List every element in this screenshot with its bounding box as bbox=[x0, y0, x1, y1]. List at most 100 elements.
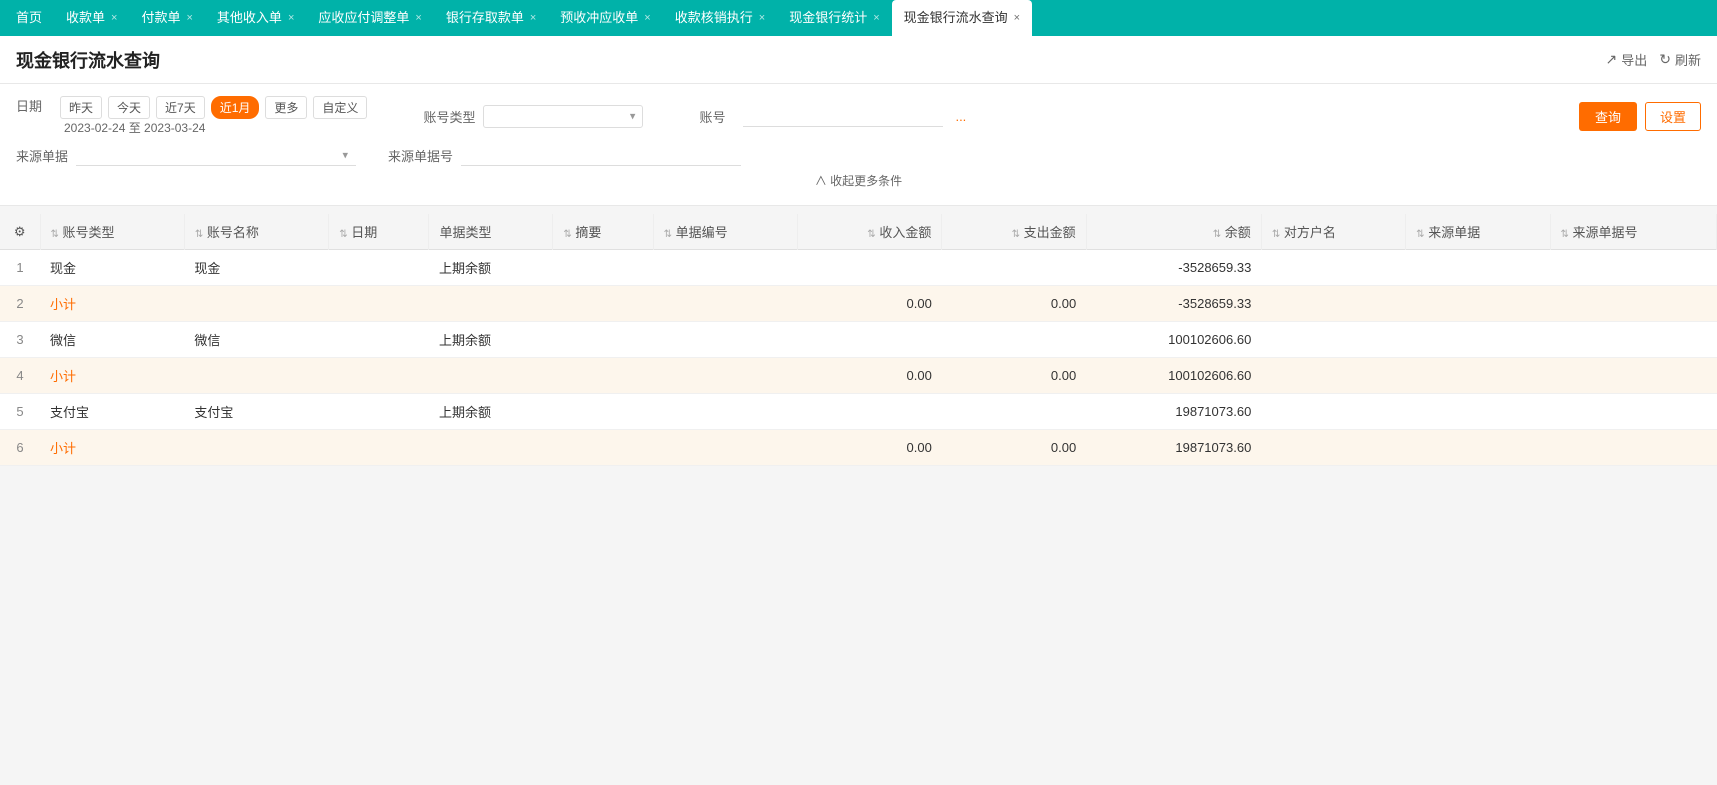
table-row[interactable]: 1现金现金上期余额-3528659.33 bbox=[0, 250, 1717, 286]
table-row[interactable]: 4小计0.000.00100102606.60 bbox=[0, 358, 1717, 394]
col-doc-type[interactable]: 单据类型 bbox=[429, 214, 553, 250]
cell-balance: 100102606.60 bbox=[1086, 358, 1261, 394]
cell-index: 6 bbox=[0, 430, 40, 466]
source-doc-no-input[interactable] bbox=[461, 144, 741, 166]
refresh-button[interactable]: ↻ 刷新 bbox=[1659, 50, 1701, 69]
source-doc-select[interactable] bbox=[76, 144, 356, 166]
top-nav: 首页 收款单 × 付款单 × 其他收入单 × 应收应付调整单 × 银行存取款单 … bbox=[0, 0, 1717, 36]
cell-account-name: 微信 bbox=[184, 322, 328, 358]
col-counter-party[interactable]: ⇅ 对方户名 bbox=[1261, 214, 1405, 250]
date-label: 日期 bbox=[16, 96, 52, 115]
col-summary[interactable]: ⇅ 摘要 bbox=[553, 214, 653, 250]
date-btn-today[interactable]: 今天 bbox=[108, 96, 150, 119]
col-date[interactable]: ⇅ 日期 bbox=[329, 214, 429, 250]
account-input[interactable] bbox=[743, 105, 943, 127]
nav-cash-bank-flow-close[interactable]: × bbox=[1014, 0, 1020, 36]
date-btn-1month[interactable]: 近1月 bbox=[211, 96, 260, 119]
nav-ar-ap-adjust[interactable]: 应收应付调整单 × bbox=[306, 0, 433, 36]
nav-cash-bank-flow-label: 现金银行流水查询 bbox=[904, 0, 1008, 36]
table-row[interactable]: 6小计0.000.0019871073.60 bbox=[0, 430, 1717, 466]
cell-account-type: 支付宝 bbox=[40, 394, 184, 430]
nav-ar-ap-adjust-close[interactable]: × bbox=[415, 0, 421, 36]
cell-index: 5 bbox=[0, 394, 40, 430]
cell-income: 0.00 bbox=[797, 358, 941, 394]
settings-button[interactable]: 设置 bbox=[1645, 102, 1701, 131]
table-row[interactable]: 5支付宝支付宝上期余额19871073.60 bbox=[0, 394, 1717, 430]
cell-summary bbox=[553, 250, 653, 286]
col-source-doc-no[interactable]: ⇅ 来源单据号 bbox=[1550, 214, 1716, 250]
nav-other-income-close[interactable]: × bbox=[288, 0, 294, 36]
nav-receipt-exec[interactable]: 收款核销执行 × bbox=[663, 0, 777, 36]
nav-payment-label: 付款单 bbox=[141, 0, 180, 36]
date-range-display: 2023-02-24 至 2023-03-24 bbox=[64, 119, 367, 136]
nav-bank-deposit[interactable]: 银行存取款单 × bbox=[434, 0, 548, 36]
source-doc-label: 来源单据 bbox=[16, 146, 68, 165]
col-settings[interactable]: ⚙ bbox=[0, 214, 40, 250]
col-expense-sort: ⇅ bbox=[1012, 229, 1020, 240]
table-row[interactable]: 2小计0.000.00-3528659.33 bbox=[0, 286, 1717, 322]
cell-doc-no bbox=[653, 322, 797, 358]
col-counter-party-label: 对方户名 bbox=[1284, 225, 1336, 240]
nav-bank-deposit-close[interactable]: × bbox=[530, 0, 536, 36]
account-more-btn[interactable]: ... bbox=[955, 109, 966, 124]
cell-doc-no bbox=[653, 394, 797, 430]
col-account-name[interactable]: ⇅ 账号名称 bbox=[184, 214, 328, 250]
col-doc-no-sort: ⇅ bbox=[664, 229, 672, 240]
cell-doc-no bbox=[653, 250, 797, 286]
cell-summary bbox=[553, 322, 653, 358]
account-type-label: 账号类型 bbox=[423, 107, 475, 126]
nav-prepay-offset-close[interactable]: × bbox=[644, 0, 650, 36]
cell-date bbox=[329, 286, 429, 322]
nav-receipt-close[interactable]: × bbox=[111, 0, 117, 36]
table-row[interactable]: 3微信微信上期余额100102606.60 bbox=[0, 322, 1717, 358]
cell-source-doc-no bbox=[1550, 322, 1716, 358]
nav-cash-bank-stat-close[interactable]: × bbox=[873, 0, 879, 36]
nav-receipt-exec-close[interactable]: × bbox=[759, 0, 765, 36]
nav-cash-bank-stat[interactable]: 现金银行统计 × bbox=[777, 0, 891, 36]
cell-account-name bbox=[184, 430, 328, 466]
col-expense[interactable]: ⇅ 支出金额 bbox=[942, 214, 1086, 250]
query-button[interactable]: 查询 bbox=[1579, 102, 1637, 131]
col-account-type[interactable]: ⇅ 账号类型 bbox=[40, 214, 184, 250]
collapse-bar[interactable]: ∧ 收起更多条件 bbox=[16, 166, 1701, 193]
gear-icon[interactable]: ⚙ bbox=[14, 224, 26, 239]
collapse-icon: ∧ bbox=[815, 174, 827, 188]
cell-income bbox=[797, 250, 941, 286]
col-summary-label: 摘要 bbox=[575, 225, 601, 240]
nav-payment-close[interactable]: × bbox=[186, 0, 192, 36]
nav-home[interactable]: 首页 bbox=[4, 0, 54, 36]
cell-source-doc bbox=[1406, 250, 1550, 286]
nav-bank-deposit-label: 银行存取款单 bbox=[446, 0, 524, 36]
nav-receipt[interactable]: 收款单 × bbox=[54, 0, 129, 36]
col-income-sort: ⇅ bbox=[867, 229, 875, 240]
col-doc-no[interactable]: ⇅ 单据编号 bbox=[653, 214, 797, 250]
account-type-select[interactable]: 现金 微信 支付宝 bbox=[483, 105, 643, 128]
col-income[interactable]: ⇅ 收入金额 bbox=[797, 214, 941, 250]
col-account-type-label: 账号类型 bbox=[63, 225, 115, 240]
cell-source-doc bbox=[1406, 358, 1550, 394]
nav-cash-bank-flow[interactable]: 现金银行流水查询 × bbox=[892, 0, 1032, 36]
cell-source-doc-no bbox=[1550, 358, 1716, 394]
table-header: ⚙ ⇅ 账号类型 ⇅ 账号名称 ⇅ 日期 单据类型 ⇅ bbox=[0, 214, 1717, 250]
col-source-doc[interactable]: ⇅ 来源单据 bbox=[1406, 214, 1550, 250]
date-btn-custom[interactable]: 自定义 bbox=[313, 96, 367, 119]
cell-account-type: 小计 bbox=[40, 358, 184, 394]
page-title: 现金银行流水查询 bbox=[16, 47, 160, 73]
cell-counter-party bbox=[1261, 430, 1405, 466]
nav-prepay-offset[interactable]: 预收冲应收单 × bbox=[548, 0, 662, 36]
col-balance[interactable]: ⇅ 余额 bbox=[1086, 214, 1261, 250]
col-balance-sort: ⇅ bbox=[1213, 229, 1221, 240]
date-btn-7days[interactable]: 近7天 bbox=[156, 96, 205, 119]
refresh-icon: ↻ bbox=[1659, 51, 1671, 68]
date-btn-yesterday[interactable]: 昨天 bbox=[60, 96, 102, 119]
nav-payment[interactable]: 付款单 × bbox=[129, 0, 204, 36]
page-header: 现金银行流水查询 ↗ 导出 ↻ 刷新 bbox=[0, 36, 1717, 84]
date-btn-more[interactable]: 更多 bbox=[265, 96, 307, 119]
export-button[interactable]: ↗ 导出 bbox=[1606, 50, 1648, 69]
filter-row-1: 日期 昨天 今天 近7天 近1月 更多 自定义 2023-02-24 至 202… bbox=[16, 96, 1701, 136]
table-body: 1现金现金上期余额-3528659.332小计0.000.00-3528659.… bbox=[0, 250, 1717, 466]
cell-expense: 0.00 bbox=[942, 358, 1086, 394]
nav-other-income[interactable]: 其他收入单 × bbox=[205, 0, 306, 36]
cell-date bbox=[329, 322, 429, 358]
cell-balance: 19871073.60 bbox=[1086, 394, 1261, 430]
